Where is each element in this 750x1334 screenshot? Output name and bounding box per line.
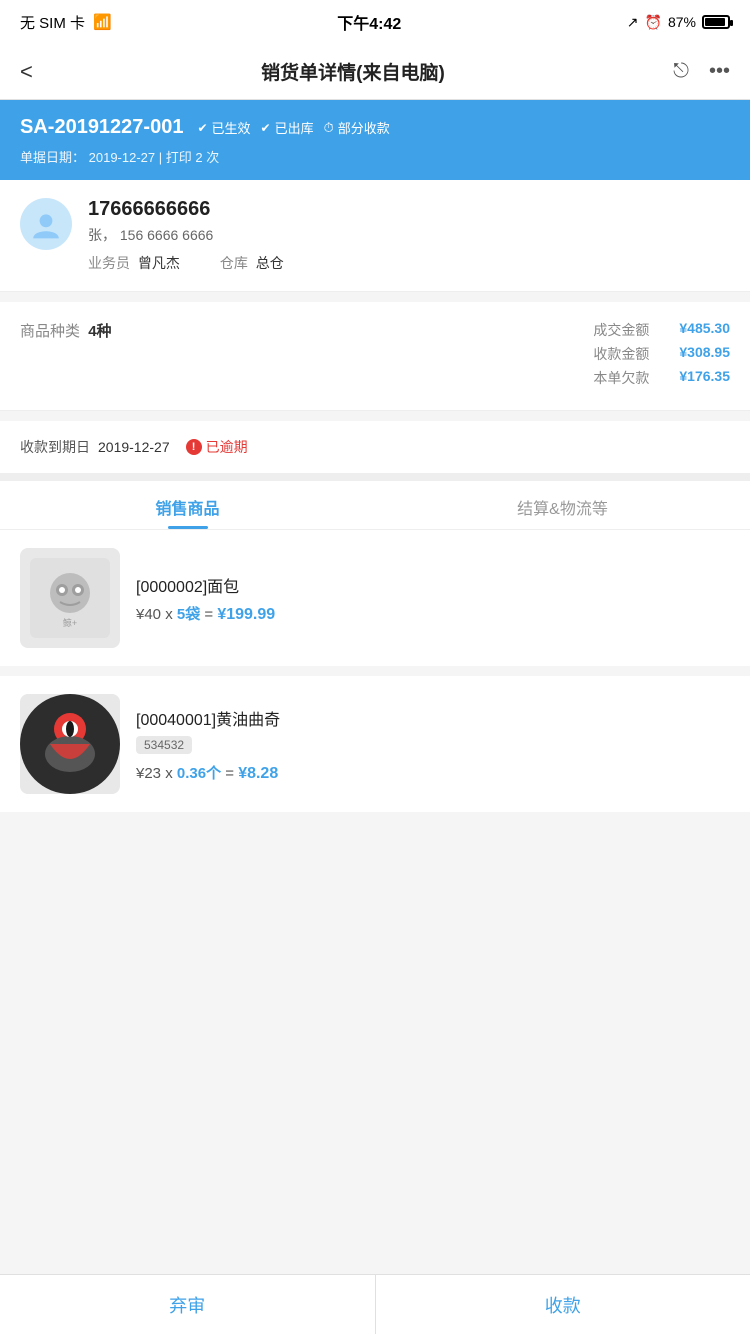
summary-left: 商品种类 4种 (20, 320, 112, 392)
product-info-2: [00040001]黄油曲奇 534532 ¥23 x 0.36个 = ¥8.2… (136, 706, 730, 783)
battery-percent: 87% (668, 14, 696, 30)
product-item: [00040001]黄油曲奇 534532 ¥23 x 0.36个 = ¥8.2… (0, 676, 750, 812)
sales-meta: 业务员 曾凡杰 (88, 253, 180, 273)
deal-amount: ¥485.30 (679, 320, 730, 340)
status-bar: 无 SIM 卡 📶 下午4:42 ↗ ⏰ 87% (0, 0, 750, 44)
collect-payment-button[interactable]: 收款 (376, 1275, 750, 1334)
avatar (20, 198, 72, 250)
share-icon[interactable]: ⎋ (673, 60, 689, 83)
product-item: 鲸+ [0000002]面包 ¥40 x 5袋 = ¥199.99 (0, 530, 750, 666)
back-icon: < (20, 59, 33, 85)
order-header-top: SA-20191227-001 已生效 已出库 部分收款 (20, 116, 730, 139)
clock-icon (324, 120, 334, 136)
avatar-icon (30, 208, 62, 240)
products-list: 鲸+ [0000002]面包 ¥40 x 5袋 = ¥199.99 (0, 530, 750, 812)
product-thumbnail-1: 鲸+ (20, 548, 120, 648)
received-row: 收款金额 ¥308.95 (593, 344, 730, 364)
warehouse-name: 总仓 (256, 255, 284, 271)
order-header: SA-20191227-001 已生效 已出库 部分收款 单据日期： 2019-… (0, 100, 750, 180)
deal-amount-row: 成交金额 ¥485.30 (593, 320, 730, 340)
product-total-2: ¥8.28 (238, 765, 278, 782)
wifi-icon: 📶 (93, 13, 112, 31)
customer-section: 17666666666 张， 156 6666 6666 业务员 曾凡杰 仓库 … (0, 180, 750, 292)
print-info: 打印 2 次 (166, 150, 219, 165)
customer-info: 17666666666 张， 156 6666 6666 业务员 曾凡杰 仓库 … (88, 198, 730, 273)
product-name-1: [0000002]面包 (136, 573, 730, 597)
sales-name: 曾凡杰 (138, 255, 180, 271)
battery-icon (702, 15, 730, 29)
abandon-review-button[interactable]: 弃审 (0, 1275, 376, 1334)
product-total-1: ¥199.99 (217, 606, 275, 623)
check-icon-2 (261, 120, 271, 135)
debt-amount: ¥176.35 (679, 368, 730, 388)
product-types-item: 商品种类 4种 (20, 320, 112, 341)
tabs: 销售商品 结算&物流等 (0, 481, 750, 530)
product-qty-1: 5袋 (177, 606, 200, 623)
status-badge-effective: 已生效 (197, 118, 250, 137)
order-id: SA-20191227-001 (20, 116, 183, 139)
status-right: ↗ ⏰ 87% (627, 14, 730, 31)
received-amount: ¥308.95 (679, 344, 730, 364)
customer-meta: 业务员 曾凡杰 仓库 总仓 (88, 253, 730, 273)
warehouse-meta: 仓库 总仓 (220, 253, 284, 273)
overdue-icon: ! (186, 439, 202, 455)
tab-products[interactable]: 销售商品 (0, 481, 375, 529)
customer-contact: 张， 156 6666 6666 (88, 225, 730, 245)
status-badge-delivered: 已出库 (261, 118, 314, 137)
status-badge-partial: 部分收款 (324, 118, 390, 137)
product-sku-2: 534532 (136, 736, 192, 754)
due-date-section: 收款到期日 2019-12-27 ! 已逾期 (0, 421, 750, 481)
nav-actions: ⎋ ••• (673, 60, 730, 83)
product-thumbnail-2 (20, 694, 120, 794)
order-date-info: 单据日期： 2019-12-27 | 打印 2 次 (20, 147, 730, 166)
customer-account: 17666666666 (88, 198, 730, 221)
debt-row: 本单欠款 ¥176.35 (593, 368, 730, 388)
due-date-value: 2019-12-27 (98, 439, 170, 455)
overdue-text: 已逾期 (206, 437, 248, 457)
alarm-icon: ⏰ (645, 14, 662, 31)
bottom-bar: 弃审 收款 (0, 1274, 750, 1334)
more-icon[interactable]: ••• (709, 60, 730, 83)
product-placeholder-icon-1: 鲸+ (30, 558, 110, 638)
status-left: 无 SIM 卡 📶 (20, 12, 112, 33)
status-time: 下午4:42 (337, 10, 401, 34)
overdue-badge: ! 已逾期 (178, 435, 256, 459)
back-button[interactable]: < (20, 59, 33, 85)
date-label: 单据日期： (20, 150, 85, 165)
product-image-2 (20, 694, 120, 794)
tab-settlement[interactable]: 结算&物流等 (375, 481, 750, 529)
carrier-text: 无 SIM 卡 (20, 12, 85, 33)
order-date: 2019-12-27 (89, 150, 156, 165)
product-price-2: ¥23 x 0.36个 = ¥8.28 (136, 762, 730, 783)
product-price-1: ¥40 x 5袋 = ¥199.99 (136, 603, 730, 624)
nav-bar: < 销货单详情(来自电脑) ⎋ ••• (0, 44, 750, 100)
location-icon: ↗ (627, 14, 639, 31)
product-info-1: [0000002]面包 ¥40 x 5袋 = ¥199.99 (136, 573, 730, 624)
summary-right: 成交金额 ¥485.30 收款金额 ¥308.95 本单欠款 ¥176.35 (593, 320, 730, 392)
product-types-value: 4种 (88, 323, 111, 340)
check-icon-1 (197, 120, 207, 135)
page-title: 销货单详情(来自电脑) (261, 58, 445, 85)
summary-section: 商品种类 4种 成交金额 ¥485.30 收款金额 ¥308.95 本单欠款 ¥… (0, 302, 750, 411)
product-name-2: [00040001]黄油曲奇 (136, 706, 730, 730)
status-badges: 已生效 已出库 部分收款 (197, 118, 389, 137)
svg-text:鲸+: 鲸+ (63, 617, 77, 628)
product-qty-2: 0.36个 (177, 765, 221, 782)
